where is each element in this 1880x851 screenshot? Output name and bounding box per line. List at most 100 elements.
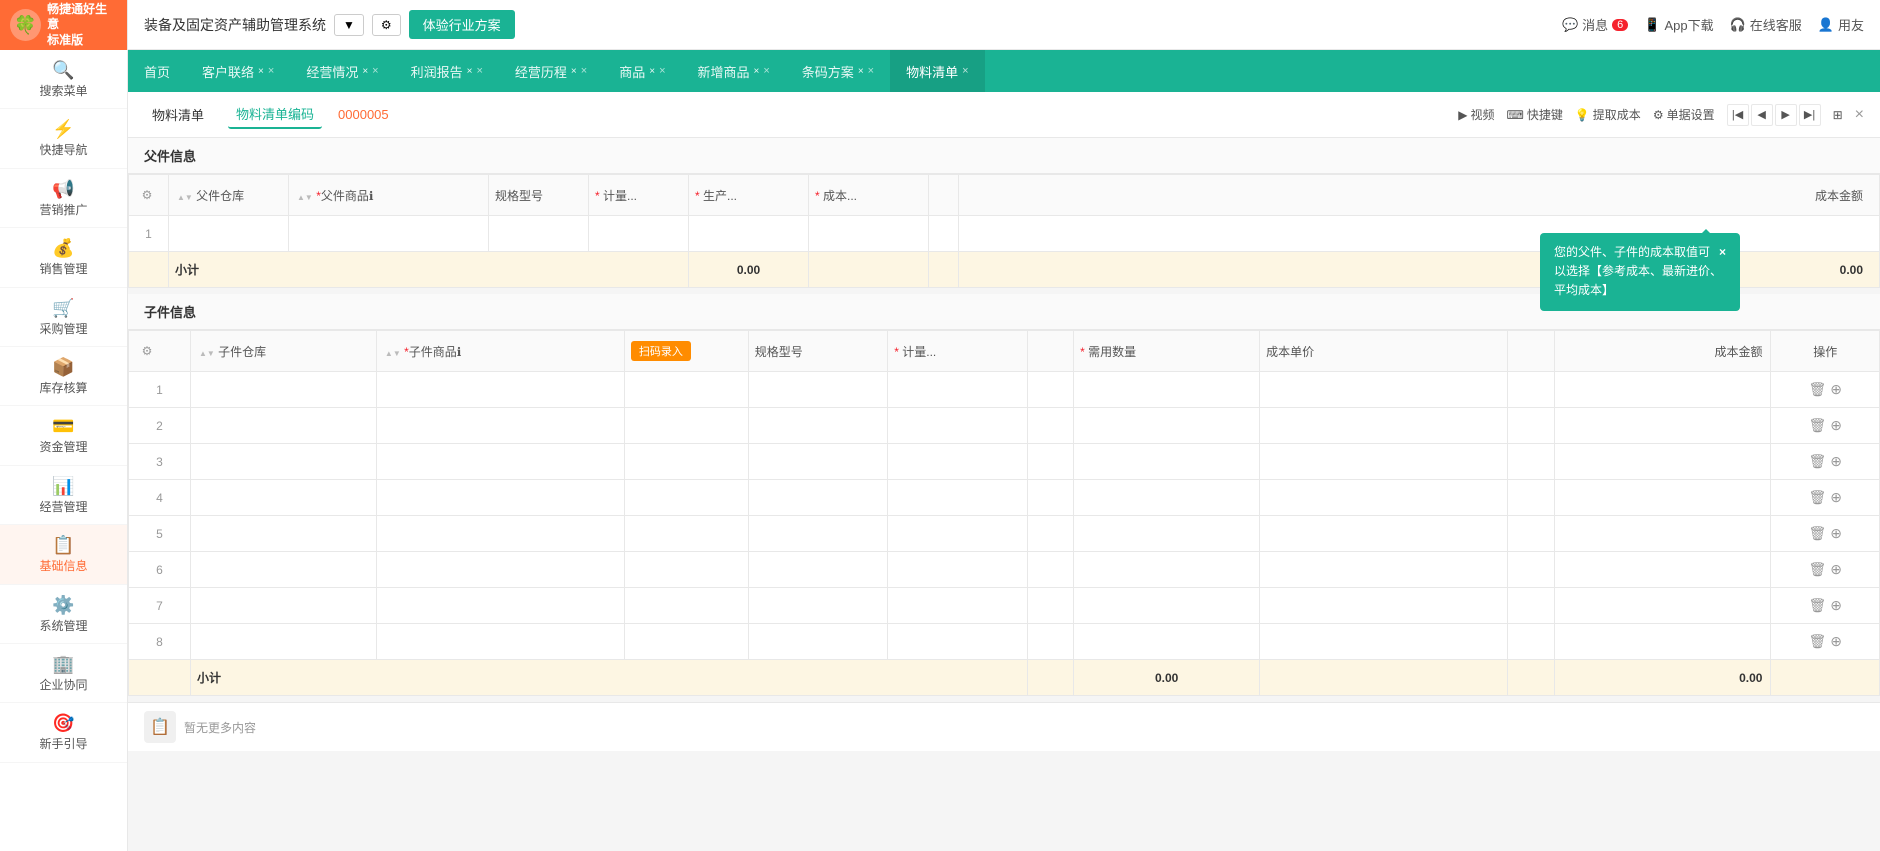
child-spec-2[interactable] xyxy=(748,408,887,444)
child-goods-7[interactable] xyxy=(376,588,624,624)
app-download-btn[interactable]: 📱 App下载 xyxy=(1644,15,1713,34)
delete-icon-6[interactable]: 🗑 xyxy=(1808,561,1826,578)
delete-icon-8[interactable]: 🗑 xyxy=(1808,633,1826,650)
child-scan-6[interactable] xyxy=(624,552,748,588)
nav-tab-goods[interactable]: 商品×× xyxy=(603,50,681,92)
child-unit-8[interactable] xyxy=(888,624,1027,660)
child-unit-cost-3[interactable] xyxy=(1260,444,1508,480)
child-unit-cost-8[interactable] xyxy=(1260,624,1508,660)
child-spec-6[interactable] xyxy=(748,552,887,588)
child-spec-1[interactable] xyxy=(748,372,887,408)
settings-btn[interactable]: ⚙ xyxy=(372,14,401,36)
sidebar-item-inventory[interactable]: 📦库存核算 xyxy=(0,347,127,406)
child-goods-6[interactable] xyxy=(376,552,624,588)
copy-icon-4[interactable]: ⊕ xyxy=(1830,489,1842,506)
child-spec-3[interactable] xyxy=(748,444,887,480)
child-goods-2[interactable] xyxy=(376,408,624,444)
child-warehouse-2[interactable] xyxy=(190,408,376,444)
sidebar-item-operation_mgr[interactable]: 📊经营管理 xyxy=(0,466,127,525)
delete-icon-3[interactable]: 🗑 xyxy=(1808,453,1826,470)
tooltip-close-btn[interactable]: × xyxy=(1719,243,1726,262)
child-unit-2[interactable] xyxy=(888,408,1027,444)
child-scan-7[interactable] xyxy=(624,588,748,624)
sidebar-item-search[interactable]: 🔍搜索菜单 xyxy=(0,50,127,109)
nav-tab-close-add_goods[interactable]: × xyxy=(763,65,769,77)
breadcrumb-sub[interactable]: 物料清单编码 xyxy=(228,100,322,129)
child-qty-2[interactable] xyxy=(1074,408,1260,444)
child-unit-cost-5[interactable] xyxy=(1260,516,1508,552)
copy-icon-2[interactable]: ⊕ xyxy=(1830,417,1842,434)
nav-tab-close-goods[interactable]: × xyxy=(659,65,665,77)
next-page-btn[interactable]: ▶ xyxy=(1775,104,1797,126)
child-spec-5[interactable] xyxy=(748,516,887,552)
sidebar-item-sales[interactable]: 💰销售管理 xyxy=(0,228,127,287)
view-btn[interactable]: ▶ 视频 xyxy=(1458,106,1494,123)
copy-icon-6[interactable]: ⊕ xyxy=(1830,561,1842,578)
online-service-btn[interactable]: 🎧 在线客服 xyxy=(1730,15,1802,34)
child-unit-cost-1[interactable] xyxy=(1260,372,1508,408)
child-qty-4[interactable] xyxy=(1074,480,1260,516)
child-spec-7[interactable] xyxy=(748,588,887,624)
shortcut-btn[interactable]: ⌨ 快捷键 xyxy=(1507,106,1563,123)
delete-icon-1[interactable]: 🗑 xyxy=(1808,381,1826,398)
nav-tab-close-customer[interactable]: × xyxy=(268,65,274,77)
child-spec-8[interactable] xyxy=(748,624,887,660)
child-unit-cost-6[interactable] xyxy=(1260,552,1508,588)
child-gear-icon[interactable]: ⚙ xyxy=(135,339,159,363)
child-scan-4[interactable] xyxy=(624,480,748,516)
nav-tab-profit[interactable]: 利润报告×× xyxy=(395,50,499,92)
nav-tab-customer[interactable]: 客户联络×× xyxy=(186,50,290,92)
child-scan-5[interactable] xyxy=(624,516,748,552)
copy-icon-3[interactable]: ⊕ xyxy=(1830,453,1842,470)
child-qty-5[interactable] xyxy=(1074,516,1260,552)
child-warehouse-5[interactable] xyxy=(190,516,376,552)
nav-tab-close-bom[interactable]: × xyxy=(962,65,968,77)
sidebar-item-marketing[interactable]: 📢营销推广 xyxy=(0,169,127,228)
child-unit-7[interactable] xyxy=(888,588,1027,624)
copy-icon-5[interactable]: ⊕ xyxy=(1830,525,1842,542)
child-qty-8[interactable] xyxy=(1074,624,1260,660)
delete-icon-2[interactable]: 🗑 xyxy=(1808,417,1826,434)
child-qty-1[interactable] xyxy=(1074,372,1260,408)
child-goods-4[interactable] xyxy=(376,480,624,516)
child-unit-6[interactable] xyxy=(888,552,1027,588)
sidebar-item-quicknav[interactable]: ⚡快捷导航 xyxy=(0,109,127,168)
child-warehouse-1[interactable] xyxy=(190,372,376,408)
close-page-btn[interactable]: × xyxy=(1855,106,1864,124)
child-unit-cost-4[interactable] xyxy=(1260,480,1508,516)
child-unit-4[interactable] xyxy=(888,480,1027,516)
parent-cost-cell[interactable] xyxy=(809,216,929,252)
nav-tab-history[interactable]: 经营历程×× xyxy=(499,50,603,92)
nav-tab-operation[interactable]: 经营情况×× xyxy=(290,50,394,92)
nav-tab-barcode[interactable]: 条码方案×× xyxy=(786,50,890,92)
settings-doc-btn[interactable]: ⚙ 单据设置 xyxy=(1653,106,1715,123)
child-warehouse-4[interactable] xyxy=(190,480,376,516)
parent-spec-cell[interactable] xyxy=(489,216,589,252)
nav-tab-close-barcode[interactable]: × xyxy=(868,65,874,77)
child-unit-3[interactable] xyxy=(888,444,1027,480)
trial-button[interactable]: 体验行业方案 xyxy=(409,10,515,39)
prev-page-btn[interactable]: ◀ xyxy=(1751,104,1773,126)
grid-view-btn[interactable]: ⊞ xyxy=(1833,108,1843,122)
nav-tab-close-operation[interactable]: × xyxy=(372,65,378,77)
nav-tab-close-history[interactable]: × xyxy=(581,65,587,77)
sidebar-item-guide[interactable]: 🎯新手引导 xyxy=(0,703,127,762)
parent-goods-cell[interactable] xyxy=(289,216,489,252)
copy-icon-1[interactable]: ⊕ xyxy=(1830,381,1842,398)
child-unit-1[interactable] xyxy=(888,372,1027,408)
nav-tab-home[interactable]: 首页 xyxy=(128,50,186,92)
child-unit-cost-7[interactable] xyxy=(1260,588,1508,624)
child-goods-1[interactable] xyxy=(376,372,624,408)
copy-icon-8[interactable]: ⊕ xyxy=(1830,633,1842,650)
sidebar-item-purchase[interactable]: 🛒采购管理 xyxy=(0,288,127,347)
child-scan-1[interactable] xyxy=(624,372,748,408)
sidebar-item-enterprise[interactable]: 🏢企业协同 xyxy=(0,644,127,703)
nav-tab-bom[interactable]: 物料清单× xyxy=(890,50,984,92)
bottom-icon[interactable]: 📋 xyxy=(144,711,176,743)
delete-icon-5[interactable]: 🗑 xyxy=(1808,525,1826,542)
child-goods-5[interactable] xyxy=(376,516,624,552)
copy-icon-7[interactable]: ⊕ xyxy=(1830,597,1842,614)
system-dropdown-btn[interactable]: ▼ xyxy=(334,14,364,36)
child-scan-2[interactable] xyxy=(624,408,748,444)
user-btn[interactable]: 👤 用友 xyxy=(1818,15,1864,34)
